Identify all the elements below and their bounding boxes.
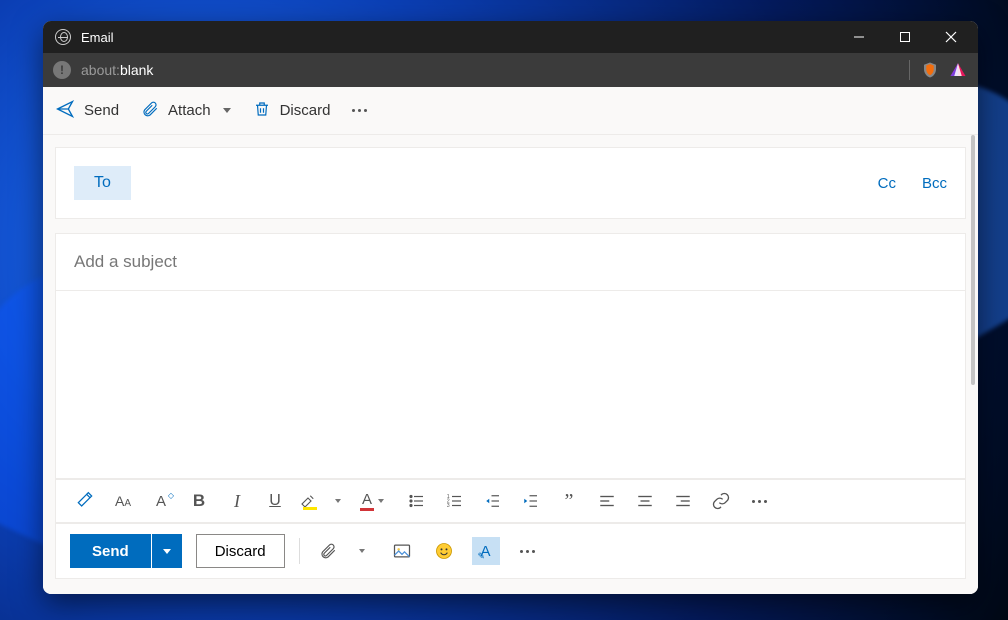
send-button[interactable]: Send (70, 534, 151, 568)
send-icon (55, 99, 75, 123)
cc-button[interactable]: Cc (878, 175, 896, 192)
insert-emoji-button[interactable] (430, 537, 458, 565)
brave-shields-icon[interactable] (920, 60, 940, 80)
formatting-more-button[interactable] (744, 486, 774, 516)
bcc-button[interactable]: Bcc (922, 175, 947, 192)
close-button[interactable] (928, 21, 974, 53)
more-command[interactable] (352, 109, 367, 112)
italic-button[interactable]: I (222, 486, 252, 516)
discard-button[interactable]: Discard (196, 534, 285, 568)
svg-text:3: 3 (447, 503, 450, 509)
compose-surface: To Cc Bcc AA A◇ B I U (43, 135, 978, 594)
chevron-down-icon (335, 499, 341, 503)
align-left-button[interactable] (592, 486, 622, 516)
message-body-card (55, 291, 966, 479)
to-input[interactable] (145, 169, 852, 197)
send-options-button[interactable] (152, 534, 182, 568)
app-window: Email ! about:blank Send (43, 21, 978, 594)
window-titlebar: Email (43, 21, 978, 53)
highlight-color-button[interactable] (298, 486, 342, 516)
chevron-down-icon (163, 549, 171, 554)
extension-separator (909, 60, 910, 80)
attach-options-button[interactable] (346, 537, 374, 565)
quote-button[interactable]: ” (554, 486, 584, 516)
toggle-formatting-button[interactable]: A✎ (472, 537, 500, 565)
font-color-button[interactable]: A (350, 486, 394, 516)
bottom-action-bar: Send Discard A✎ (55, 523, 966, 579)
brave-rewards-icon[interactable] (948, 60, 968, 80)
chevron-down-icon (223, 108, 231, 113)
trash-icon (253, 99, 271, 123)
align-right-button[interactable] (668, 486, 698, 516)
url-field[interactable]: about:blank (81, 62, 153, 78)
formatting-toolbar: AA A◇ B I U A 123 (55, 479, 966, 523)
maximize-button[interactable] (882, 21, 928, 53)
more-icon (352, 109, 367, 112)
minimize-button[interactable] (836, 21, 882, 53)
browser-address-bar: ! about:blank (43, 53, 978, 87)
attach-command[interactable]: Attach (141, 99, 231, 123)
globe-icon (55, 29, 71, 45)
attach-label: Attach (168, 102, 211, 119)
font-family-button[interactable]: AA (108, 486, 138, 516)
more-icon (520, 550, 535, 553)
chevron-down-icon (378, 499, 384, 503)
underline-button[interactable]: U (260, 486, 290, 516)
bottom-more-button[interactable] (514, 537, 542, 565)
bold-button[interactable]: B (184, 486, 214, 516)
insert-picture-button[interactable] (388, 537, 416, 565)
command-bar: Send Attach Discard (43, 87, 978, 135)
font-size-button[interactable]: A◇ (146, 486, 176, 516)
discard-label: Discard (280, 102, 331, 119)
increase-indent-button[interactable] (516, 486, 546, 516)
attach-icon (141, 99, 159, 123)
recipients-row: To Cc Bcc (55, 147, 966, 219)
subject-input[interactable] (56, 234, 965, 290)
scrollbar-thumb[interactable] (971, 135, 975, 385)
message-body[interactable] (56, 291, 965, 478)
align-center-button[interactable] (630, 486, 660, 516)
subject-row (55, 233, 966, 291)
send-label: Send (84, 102, 119, 119)
not-secure-icon: ! (53, 61, 71, 79)
decrease-indent-button[interactable] (478, 486, 508, 516)
attach-file-button[interactable] (314, 537, 342, 565)
insert-link-button[interactable] (706, 486, 736, 516)
format-painter-button[interactable] (70, 486, 100, 516)
discard-command[interactable]: Discard (253, 99, 331, 123)
window-title: Email (81, 30, 114, 45)
url-scheme: about: (81, 62, 120, 78)
to-button[interactable]: To (74, 166, 131, 200)
url-path: blank (120, 62, 153, 78)
numbered-list-button[interactable]: 123 (440, 486, 470, 516)
bulleted-list-button[interactable] (402, 486, 432, 516)
send-command[interactable]: Send (55, 99, 119, 123)
more-icon (752, 500, 767, 503)
send-split-button: Send (70, 534, 182, 568)
